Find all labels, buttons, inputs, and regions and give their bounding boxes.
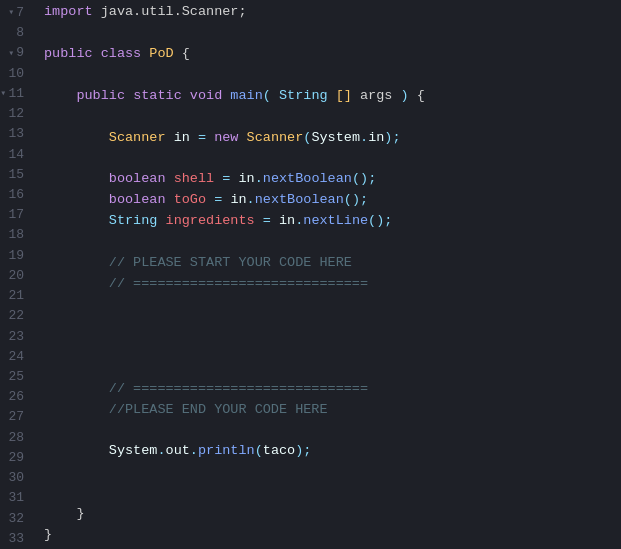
table-row: System.out.println(taco); [44,441,621,462]
line-number: ▾9 [0,43,30,63]
table-row: } [44,525,621,546]
code-editor: ▾78▾910▾11121314151617181920212223242526… [0,0,621,549]
table-row: //PLEASE END YOUR CODE HERE [44,400,621,421]
table-row [44,462,621,483]
line-number: 31 [0,488,30,508]
line-number: 19 [0,246,30,266]
table-row [44,316,621,337]
line-number: 16 [0,185,30,205]
table-row [44,107,621,128]
code-area[interactable]: import java.util.Scanner; public class P… [38,2,621,549]
line-number: 22 [0,306,30,326]
line-number: 29 [0,448,30,468]
table-row: // PLEASE START YOUR CODE HERE [44,253,621,274]
line-number: 24 [0,347,30,367]
line-number: 17 [0,205,30,225]
line-number: 10 [0,64,30,84]
line-number: 14 [0,145,30,165]
line-number: 26 [0,387,30,407]
line-number: ▾11 [0,84,30,104]
table-row: String ingredients = in.nextLine(); [44,211,621,232]
table-row [44,295,621,316]
line-number: 13 [0,124,30,144]
table-row [44,483,621,504]
line-number: 30 [0,468,30,488]
line-number: 27 [0,407,30,427]
line-number: ▾7 [0,3,30,23]
line-number: 12 [0,104,30,124]
table-row: // ============================= [44,274,621,295]
line-number: 28 [0,428,30,448]
table-row: public static void main( String [] args … [44,86,621,107]
line-number: 20 [0,266,30,286]
line-number: 8 [0,23,30,43]
table-row [44,23,621,44]
table-row [44,358,621,379]
line-number: 25 [0,367,30,387]
table-row [44,232,621,253]
line-number: 18 [0,225,30,245]
table-row: Scanner in = new Scanner(System.in); [44,128,621,149]
line-number: 32 [0,508,30,528]
table-row [44,420,621,441]
table-row [44,65,621,86]
line-number: 21 [0,286,30,306]
table-row: // ============================= [44,379,621,400]
table-row: boolean shell = in.nextBoolean(); [44,169,621,190]
table-row [44,337,621,358]
line-number: 33 [0,529,30,549]
line-number: 15 [0,165,30,185]
line-number: 23 [0,327,30,347]
table-row: boolean toGo = in.nextBoolean(); [44,190,621,211]
table-row: public class PoD { [44,44,621,65]
line-numbers: ▾78▾910▾11121314151617181920212223242526… [0,2,38,549]
table-row: } [44,504,621,525]
table-row: import java.util.Scanner; [44,2,621,23]
table-row [44,148,621,169]
